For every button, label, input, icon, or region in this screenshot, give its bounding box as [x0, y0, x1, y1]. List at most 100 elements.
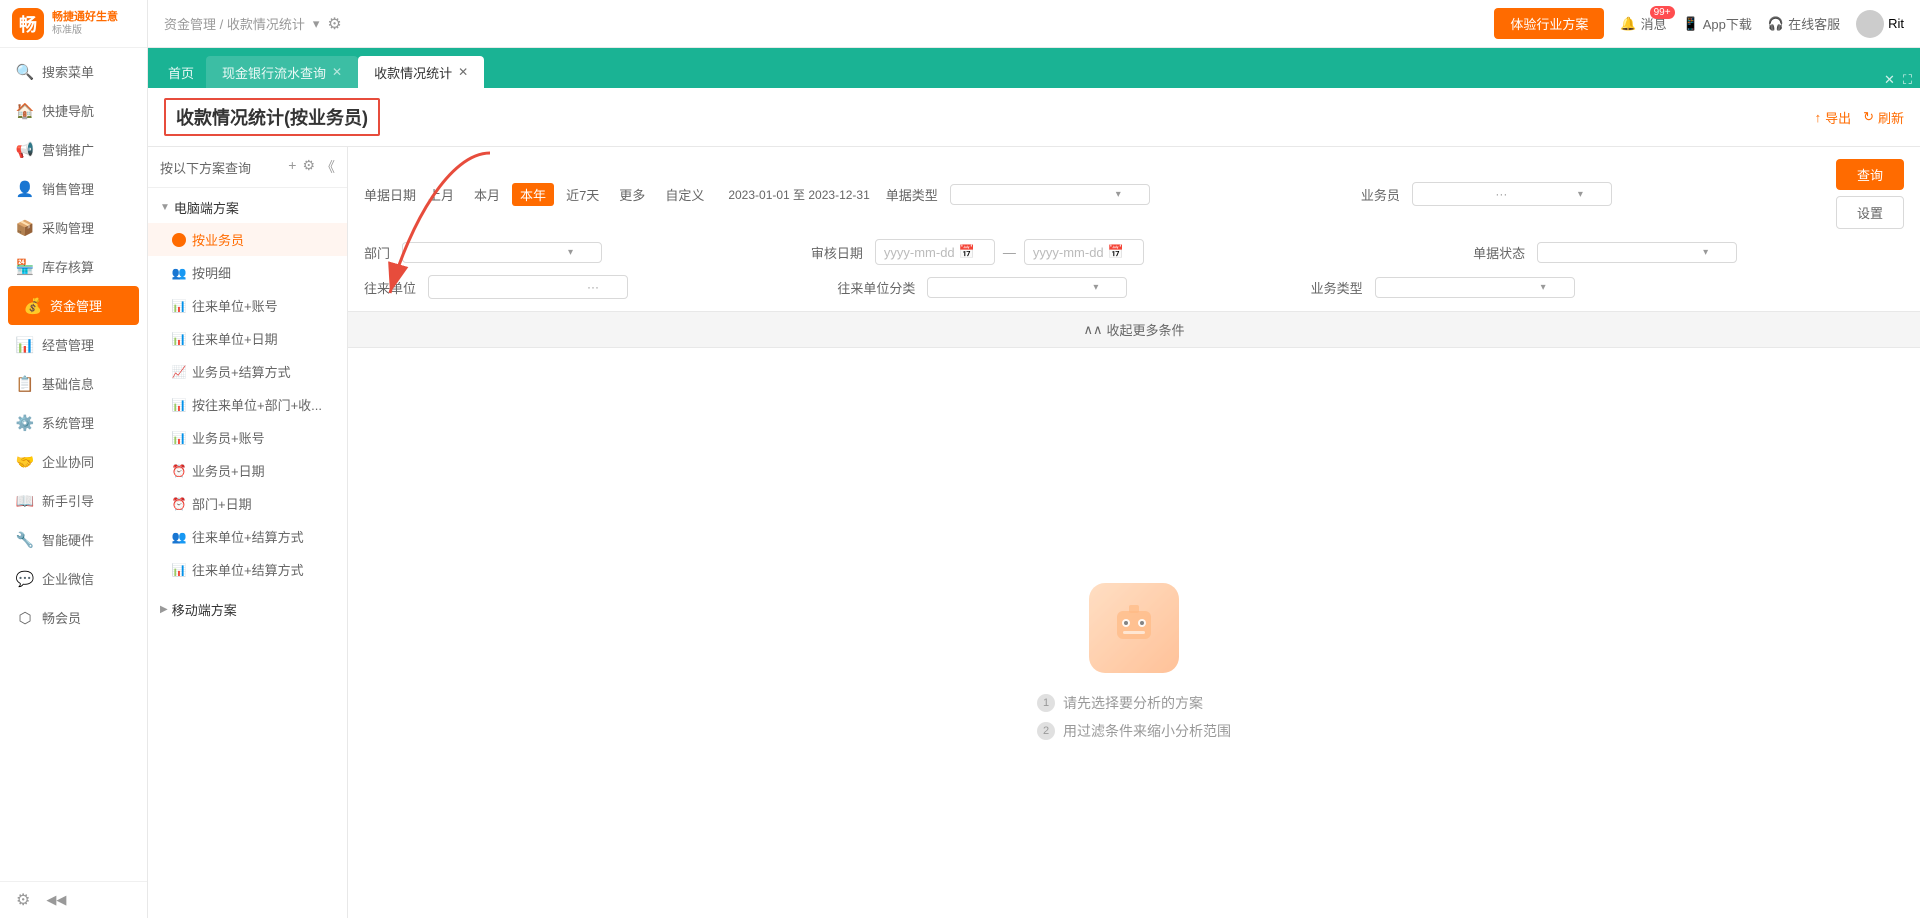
calendar-end-icon[interactable]: 📅 — [1108, 244, 1124, 260]
scheme-item-unit-account[interactable]: 📊 往来单位+账号 — [148, 289, 347, 322]
scheme-settings-button[interactable]: ⚙ — [302, 157, 315, 177]
date-dash: — — [999, 245, 1020, 260]
tab-collection-close-icon[interactable]: ✕ — [458, 65, 468, 79]
type-select[interactable]: ▾ — [950, 184, 1150, 205]
notification-item[interactable]: 🔔 消息 99+ — [1620, 14, 1666, 33]
scheme-item-unit-settlement1[interactable]: 👥 往来单位+结算方式 — [148, 520, 347, 553]
page-header-actions: ↑ 导出 ↻ 刷新 — [1815, 108, 1904, 127]
sidebar-item-label: 智能硬件 — [42, 530, 94, 549]
online-service-label: 在线客服 — [1788, 14, 1840, 33]
sidebar-logo: 畅 畅捷通好生意 标准版 — [0, 0, 147, 48]
collapse-sidebar-icon[interactable]: ◀◀ — [46, 892, 66, 908]
date-tab-custom[interactable]: 自定义 — [657, 183, 712, 206]
date-tabs: 上月 本月 本年 近7天 更多 自定义 — [420, 183, 712, 206]
mobile-group-label: 移动端方案 — [172, 600, 237, 619]
date-tab-this-month[interactable]: 本月 — [466, 183, 508, 206]
audit-date-end-input[interactable]: yyyy-mm-dd 📅 — [1024, 239, 1144, 265]
partner-category-select[interactable]: ▾ — [927, 277, 1127, 298]
date-label: 单据日期 — [364, 185, 416, 204]
online-service-item[interactable]: 🎧 在线客服 — [1768, 14, 1840, 33]
step-1-num: 1 — [1037, 694, 1055, 712]
tab-close-all-icon[interactable]: ✕ — [1884, 72, 1895, 88]
tab-bank[interactable]: 现金银行流水查询 ✕ — [206, 56, 358, 88]
notification-icon: 🔔 — [1620, 16, 1636, 32]
scheme-group-mobile: ▶ 移动端方案 — [148, 590, 347, 629]
sidebar-item-basic[interactable]: 📋 基础信息 — [0, 364, 147, 403]
scheme-group-mobile-title[interactable]: ▶ 移动端方案 — [148, 594, 347, 625]
sidebar-item-wechat[interactable]: 💬 企业微信 — [0, 559, 147, 598]
avatar — [1856, 10, 1884, 38]
business-type-label: 业务类型 — [1311, 278, 1363, 297]
scheme-item-dept-date[interactable]: ⏰ 部门+日期 — [148, 487, 347, 520]
collapse-button[interactable]: ∧∧ 收起更多条件 — [1083, 320, 1184, 339]
export-button[interactable]: ↑ 导出 — [1815, 108, 1852, 127]
date-filter: 单据日期 上月 本月 本年 近7天 更多 自定义 — [364, 183, 712, 206]
app-download-label: App下载 — [1703, 14, 1752, 33]
sidebar-item-marketing[interactable]: 📢 营销推广 — [0, 130, 147, 169]
sidebar-item-search[interactable]: 🔍 搜索菜单 — [0, 52, 147, 91]
date-tab-prev-month[interactable]: 上月 — [420, 183, 462, 206]
sidebar-item-sales[interactable]: 👤 销售管理 — [0, 169, 147, 208]
scheme-item-unit-dept-collect[interactable]: 📊 按往来单位+部门+收... — [148, 388, 347, 421]
settings-icon[interactable]: ⚙ — [16, 890, 30, 910]
query-button[interactable]: 查询 — [1836, 159, 1904, 190]
date-tab-this-year[interactable]: 本年 — [512, 183, 554, 206]
empty-steps: 1 请先选择要分析的方案 2 用过滤条件来缩小分析范围 — [1037, 689, 1231, 745]
hardware-icon: 🔧 — [16, 531, 34, 549]
scheme-item-by-staff[interactable]: 按业务员 — [148, 223, 347, 256]
scheme-item-unit-settlement2[interactable]: 📊 往来单位+结算方式 — [148, 553, 347, 586]
topbar-dropdown-icon[interactable]: ▾ — [313, 16, 320, 32]
audit-date-filter: 审核日期 yyyy-mm-dd 📅 — yyyy-mm-dd 📅 — [811, 239, 1457, 265]
tab-expand-icon[interactable]: ⛶ — [1903, 72, 1912, 88]
scheme-add-button[interactable]: + — [288, 157, 296, 177]
empty-illustration — [1054, 533, 1214, 673]
sidebar-item-operation[interactable]: 📊 经营管理 — [0, 325, 147, 364]
unit-date-icon: 📊 — [172, 332, 186, 346]
group-label: 电脑端方案 — [174, 198, 239, 217]
topbar-settings-icon[interactable]: ⚙ — [327, 14, 341, 34]
staff-settlement-icon: 📈 — [172, 365, 186, 379]
sidebar-item-inventory[interactable]: 🏪 库存核算 — [0, 247, 147, 286]
sidebar-item-purchase[interactable]: 📦 采购管理 — [0, 208, 147, 247]
sidebar-item-hardware[interactable]: 🔧 智能硬件 — [0, 520, 147, 559]
bot-face-icon — [1109, 603, 1159, 653]
partner-select[interactable]: ··· — [428, 275, 628, 299]
sidebar-item-system[interactable]: ⚙️ 系统管理 — [0, 403, 147, 442]
app-download-item[interactable]: 📱 App下载 — [1683, 14, 1752, 33]
sidebar-nav: 🔍 搜索菜单 🏠 快捷导航 📢 营销推广 👤 销售管理 📦 采购管理 🏪 库存核… — [0, 48, 147, 881]
dept-select[interactable]: ▾ — [402, 242, 602, 263]
page-header: 收款情况统计(按业务员) ↑ 导出 ↻ 刷新 — [148, 88, 1920, 147]
sidebar-item-member[interactable]: ⬡ 畅会员 — [0, 598, 147, 637]
scheme-item-staff-settlement[interactable]: 📈 业务员+结算方式 — [148, 355, 347, 388]
status-label: 单据状态 — [1473, 243, 1525, 262]
scheme-item-unit-date[interactable]: 📊 往来单位+日期 — [148, 322, 347, 355]
refresh-button[interactable]: ↻ 刷新 — [1863, 108, 1904, 127]
scheme-item-staff-date[interactable]: ⏰ 业务员+日期 — [148, 454, 347, 487]
tab-home[interactable]: 首页 — [156, 56, 206, 88]
trial-button[interactable]: 体验行业方案 — [1494, 8, 1604, 39]
sidebar-item-finance[interactable]: 💰 资金管理 — [8, 286, 139, 325]
business-type-select[interactable]: ▾ — [1375, 277, 1575, 298]
settings-button[interactable]: 设置 — [1836, 196, 1904, 229]
collapse-row[interactable]: ∧∧ 收起更多条件 — [348, 312, 1920, 348]
tab-bank-close-icon[interactable]: ✕ — [332, 65, 342, 79]
sidebar-item-enterprise[interactable]: 🤝 企业协同 — [0, 442, 147, 481]
user-avatar-area[interactable]: Rit — [1856, 10, 1904, 38]
staff-select[interactable]: ··· ▾ — [1412, 182, 1612, 206]
app-version: 标准版 — [52, 24, 118, 37]
sidebar-item-guide[interactable]: 📖 新手引导 — [0, 481, 147, 520]
date-tab-last7[interactable]: 近7天 — [558, 183, 607, 206]
type-filter: 单据类型 ▾ — [886, 184, 1345, 205]
tab-collection[interactable]: 收款情况统计 ✕ — [358, 56, 484, 88]
staff-dots-icon: ··· — [1495, 187, 1507, 201]
scheme-item-staff-account[interactable]: 📊 业务员+账号 — [148, 421, 347, 454]
date-tab-more[interactable]: 更多 — [611, 183, 653, 206]
staff-account-icon: 📊 — [172, 431, 186, 445]
scheme-collapse-button[interactable]: 《 — [321, 157, 335, 177]
sidebar-item-quicknav[interactable]: 🏠 快捷导航 — [0, 91, 147, 130]
scheme-item-by-detail[interactable]: 👥 按明细 — [148, 256, 347, 289]
calendar-start-icon[interactable]: 📅 — [959, 244, 975, 260]
status-select[interactable]: ▾ — [1537, 242, 1737, 263]
scheme-group-desktop-title[interactable]: ▼ 电脑端方案 — [148, 192, 347, 223]
audit-date-start-input[interactable]: yyyy-mm-dd 📅 — [875, 239, 995, 265]
